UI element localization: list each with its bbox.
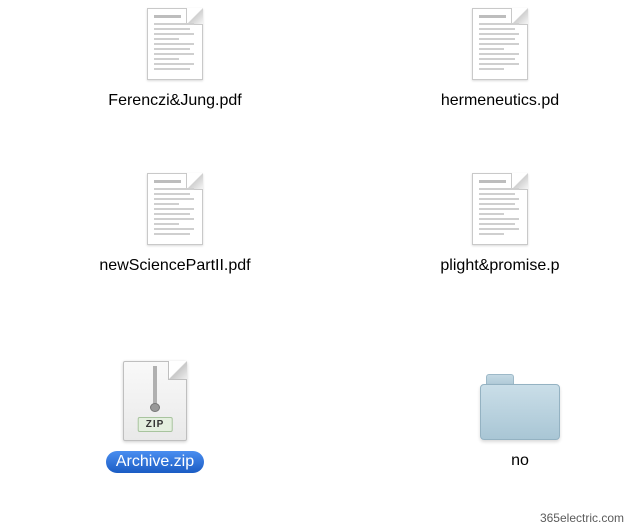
pdf-document-icon bbox=[135, 165, 215, 245]
file-label: plight&promise.p bbox=[430, 255, 569, 277]
folder-icon bbox=[480, 350, 560, 440]
file-label: newSciencePartII.pdf bbox=[89, 255, 260, 277]
file-item[interactable]: no bbox=[420, 350, 620, 472]
file-label: no bbox=[501, 450, 539, 472]
file-label: hermeneutics.pd bbox=[431, 90, 569, 112]
file-item[interactable]: Ferenczi&Jung.pdf bbox=[75, 0, 275, 112]
zip-archive-icon: ZIP bbox=[115, 345, 195, 441]
pdf-document-icon bbox=[460, 0, 540, 80]
file-item-selected[interactable]: ZIP Archive.zip bbox=[55, 345, 255, 473]
file-item[interactable]: hermeneutics.pd bbox=[400, 0, 600, 112]
file-item[interactable]: plight&promise.p bbox=[400, 165, 600, 277]
pdf-document-icon bbox=[460, 165, 540, 245]
watermark-text: 365electric.com bbox=[540, 511, 624, 525]
zip-badge: ZIP bbox=[138, 417, 173, 432]
pdf-document-icon bbox=[135, 0, 215, 80]
finder-icon-view[interactable]: Ferenczi&Jung.pdf hermeneutics.pd newSci… bbox=[0, 0, 630, 529]
file-item[interactable]: newSciencePartII.pdf bbox=[75, 165, 275, 277]
file-label: Ferenczi&Jung.pdf bbox=[98, 90, 251, 112]
file-label: Archive.zip bbox=[106, 451, 204, 473]
